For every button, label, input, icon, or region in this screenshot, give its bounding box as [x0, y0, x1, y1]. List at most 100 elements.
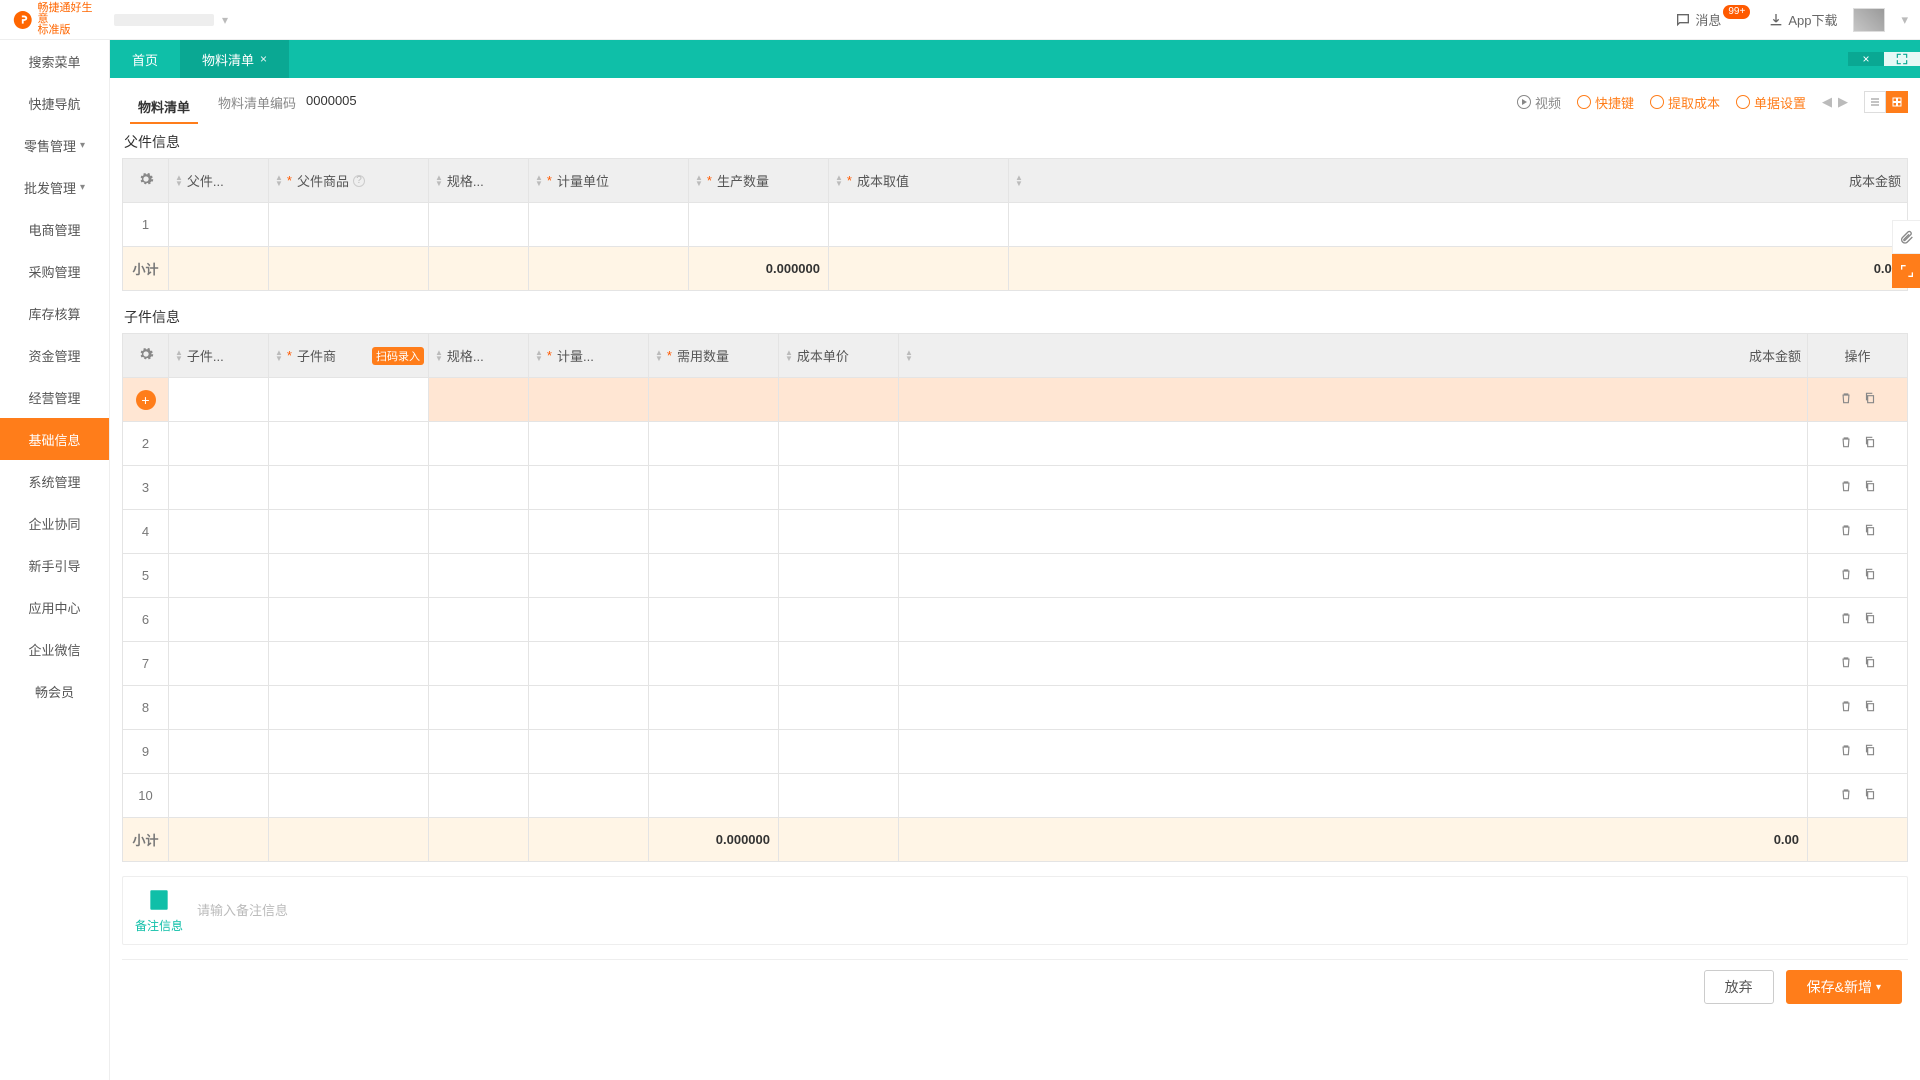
sidebar-item[interactable]: 应用中心 [0, 586, 109, 628]
chevron-down-icon[interactable]: ▾ [1901, 12, 1908, 28]
delete-row-button[interactable] [1839, 787, 1853, 804]
attachment-button[interactable] [1892, 220, 1920, 254]
col-child-price[interactable]: ▲▼成本单价 [779, 334, 899, 378]
copy-row-button[interactable] [1863, 523, 1877, 540]
delete-row-button[interactable] [1839, 479, 1853, 496]
delete-row-button[interactable] [1839, 435, 1853, 452]
child-table: ▲▼子件... ▲▼*子件商扫码录入 ▲▼规格... ▲▼*计量... ▲▼*需… [122, 333, 1908, 862]
video-button[interactable]: 视频 [1517, 93, 1561, 112]
table-row[interactable]: 10 [123, 774, 1908, 818]
table-row[interactable]: 1 [123, 203, 1908, 247]
table-row[interactable]: 2 [123, 422, 1908, 466]
col-child-code[interactable]: ▲▼子件... [169, 334, 269, 378]
delete-row-button[interactable] [1839, 655, 1853, 672]
table-row[interactable]: 5 [123, 554, 1908, 598]
col-parent-unit[interactable]: ▲▼*计量单位 [529, 159, 689, 203]
shortcut-button[interactable]: 快捷键 [1577, 93, 1634, 112]
expand-panel-button[interactable] [1892, 254, 1920, 288]
sidebar-item[interactable]: 库存核算 [0, 292, 109, 334]
doc-setting-button[interactable]: 单据设置 [1736, 93, 1806, 112]
gear-icon[interactable] [138, 350, 154, 365]
delete-row-button[interactable] [1839, 699, 1853, 716]
add-row-button[interactable]: + [136, 390, 156, 410]
chevron-down-icon: ▾ [222, 13, 228, 27]
sidebar-item[interactable]: 企业微信 [0, 628, 109, 670]
table-row[interactable]: 9 [123, 730, 1908, 774]
delete-row-button[interactable] [1839, 391, 1853, 408]
col-child-name[interactable]: ▲▼*子件商扫码录入 [269, 334, 429, 378]
avatar[interactable] [1853, 8, 1885, 32]
app-download-button[interactable]: App下载 [1768, 10, 1837, 29]
child-section-title: 子件信息 [122, 301, 1908, 333]
copy-row-button[interactable] [1863, 479, 1877, 496]
copy-row-button[interactable] [1863, 787, 1877, 804]
sidebar-item[interactable]: 电商管理 [0, 208, 109, 250]
col-parent-name[interactable]: ▲▼*父件商品? [269, 159, 429, 203]
sidebar-item[interactable]: 畅会员 [0, 670, 109, 712]
copy-row-button[interactable] [1863, 435, 1877, 452]
sidebar-item[interactable]: 快捷导航 [0, 82, 109, 124]
child-subtotal-row: 小计0.0000000.00 [123, 818, 1908, 862]
prev-record-button[interactable]: ◀ [1822, 94, 1832, 110]
copy-row-button[interactable] [1863, 655, 1877, 672]
parent-section-title: 父件信息 [122, 126, 1908, 158]
sidebar-item[interactable]: 零售管理▾ [0, 124, 109, 166]
table-row[interactable]: 4 [123, 510, 1908, 554]
messages-button[interactable]: 消息 99+ [1675, 10, 1752, 29]
table-row[interactable]: 3 [123, 466, 1908, 510]
col-parent-spec[interactable]: ▲▼规格... [429, 159, 529, 203]
copy-row-button[interactable] [1863, 567, 1877, 584]
table-row[interactable]: + [123, 378, 1908, 422]
record-pager: ◀ ▶ [1822, 94, 1848, 110]
sidebar-item[interactable]: 采购管理 [0, 250, 109, 292]
gear-icon[interactable] [138, 175, 154, 190]
tab-home[interactable]: 首页 [110, 40, 180, 78]
col-parent-cost-amt[interactable]: ▲▼成本金额 [1009, 159, 1908, 203]
copy-row-button[interactable] [1863, 743, 1877, 760]
table-row[interactable]: 6 [123, 598, 1908, 642]
col-child-qty[interactable]: ▲▼*需用数量 [649, 334, 779, 378]
form-view-button[interactable] [1886, 91, 1908, 113]
tab-bom[interactable]: 物料清单 × [180, 40, 289, 78]
table-row[interactable]: 7 [123, 642, 1908, 686]
help-icon[interactable]: ? [353, 175, 365, 187]
col-child-spec[interactable]: ▲▼规格... [429, 334, 529, 378]
col-parent-code[interactable]: ▲▼父件... [169, 159, 269, 203]
col-child-unit[interactable]: ▲▼*计量... [529, 334, 649, 378]
sidebar-item[interactable]: 企业协同 [0, 502, 109, 544]
delete-row-button[interactable] [1839, 743, 1853, 760]
remarks-input[interactable] [197, 893, 1895, 929]
brand-edition: 标准版 [38, 25, 103, 36]
copy-row-button[interactable] [1863, 391, 1877, 408]
extract-cost-button[interactable]: 提取成本 [1650, 93, 1720, 112]
tenant-selector[interactable]: ▾ [114, 6, 294, 34]
delete-row-button[interactable] [1839, 567, 1853, 584]
delete-row-button[interactable] [1839, 611, 1853, 628]
scan-input-button[interactable]: 扫码录入 [372, 347, 424, 365]
app-header: 畅捷通好生意 标准版 ▾ 消息 99+ App下载 ▾ [0, 0, 1920, 40]
discard-button[interactable]: 放弃 [1704, 970, 1774, 1004]
col-parent-qty[interactable]: ▲▼*生产数量 [689, 159, 829, 203]
sidebar-item[interactable]: 资金管理 [0, 334, 109, 376]
subtab-bom[interactable]: 物料清单 [122, 87, 206, 126]
brand-logo: 畅捷通好生意 标准版 [12, 2, 102, 38]
next-record-button[interactable]: ▶ [1838, 94, 1848, 110]
tab-close-all-button[interactable]: × [1848, 52, 1884, 66]
col-parent-cost-src[interactable]: ▲▼*成本取值 [829, 159, 1009, 203]
sidebar-item[interactable]: 新手引导 [0, 544, 109, 586]
fullscreen-icon[interactable] [1884, 52, 1920, 66]
list-view-button[interactable] [1864, 91, 1886, 113]
sidebar-item[interactable]: 批发管理▾ [0, 166, 109, 208]
col-child-amt[interactable]: ▲▼成本金额 [899, 334, 1808, 378]
sidebar-item[interactable]: 系统管理 [0, 460, 109, 502]
copy-row-button[interactable] [1863, 699, 1877, 716]
sidebar-item[interactable]: 经营管理 [0, 376, 109, 418]
copy-row-button[interactable] [1863, 611, 1877, 628]
delete-row-button[interactable] [1839, 523, 1853, 540]
tab-bar: 首页 物料清单 × × [110, 40, 1920, 78]
table-row[interactable]: 8 [123, 686, 1908, 730]
sidebar-item[interactable]: 基础信息 [0, 418, 109, 460]
sidebar-item[interactable]: 搜索菜单 [0, 40, 109, 82]
save-and-new-button[interactable]: 保存&新增▾ [1786, 970, 1902, 1004]
close-icon[interactable]: × [260, 52, 267, 66]
